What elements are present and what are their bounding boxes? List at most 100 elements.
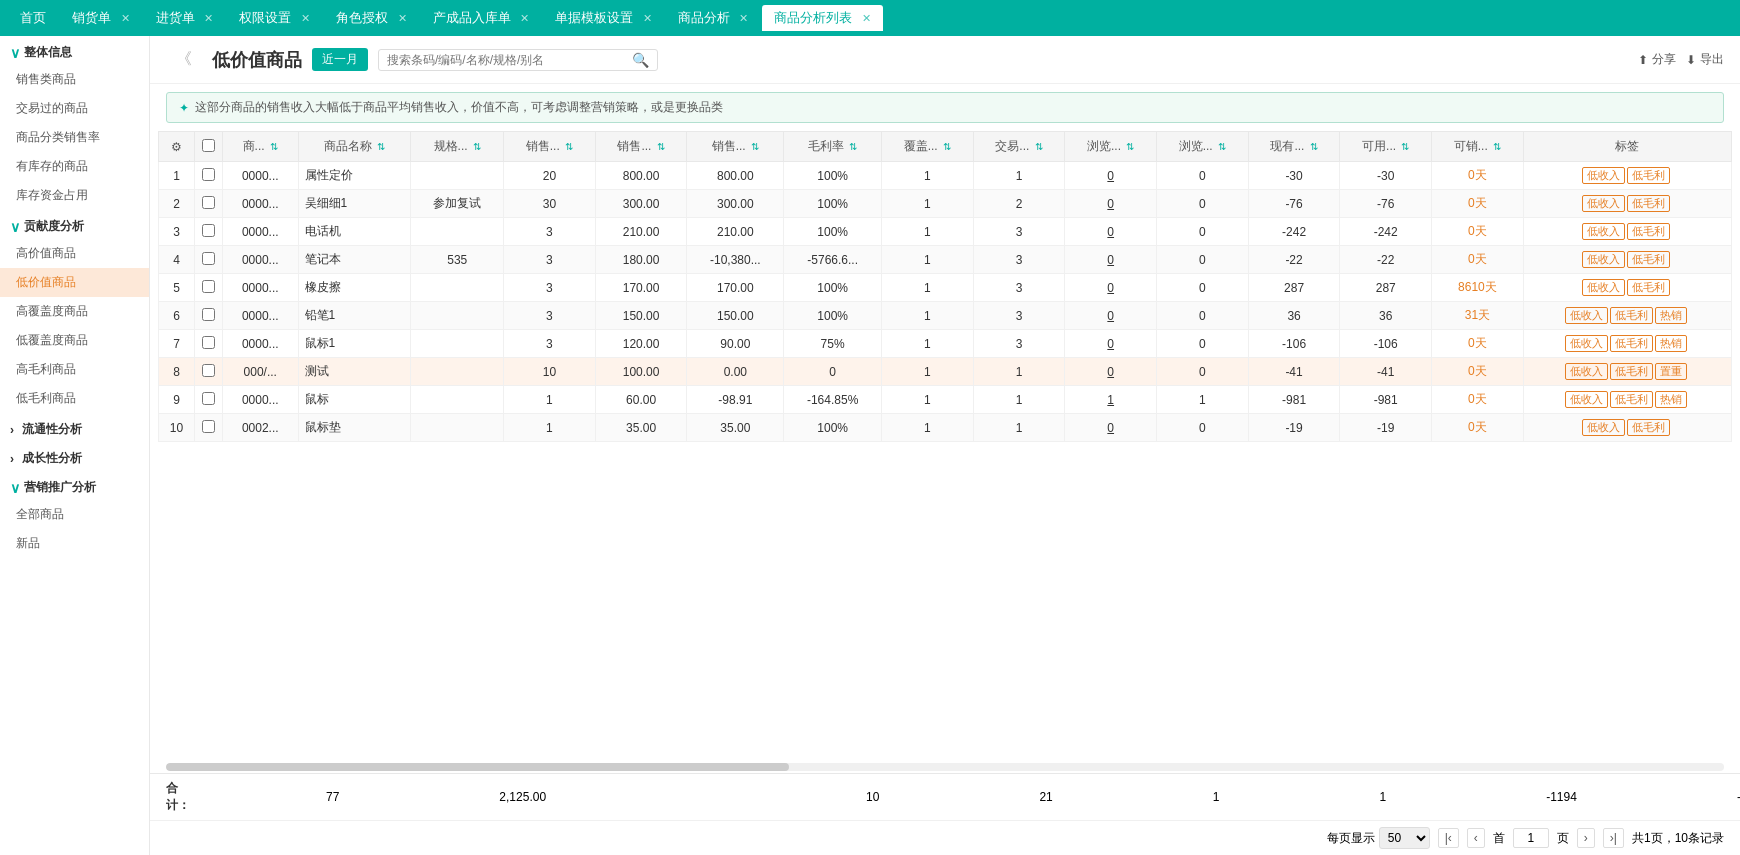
sidebar-item-high-coverage[interactable]: 高覆盖度商品	[0, 297, 149, 326]
sidebar-item-low-coverage[interactable]: 低覆盖度商品	[0, 326, 149, 355]
nav-analysis-list[interactable]: 商品分析列表 ✕	[762, 5, 883, 31]
row-checkbox-cell[interactable]	[195, 414, 223, 442]
browse-link[interactable]: 1	[1107, 393, 1114, 407]
nav-sales-close[interactable]: ✕	[121, 12, 130, 24]
row-browse1[interactable]: 0	[1065, 162, 1157, 190]
row-browse1[interactable]: 1	[1065, 386, 1157, 414]
row-checkbox-cell[interactable]	[195, 302, 223, 330]
nav-home[interactable]: 首页	[8, 5, 58, 31]
browse-link[interactable]: 0	[1107, 421, 1114, 435]
th-qty[interactable]: 销售... ⇅	[504, 132, 596, 162]
sidebar-section-marketing[interactable]: ∨ 营销推广分析	[0, 471, 149, 500]
nav-permissions[interactable]: 权限设置 ✕	[227, 5, 322, 31]
prev-page-btn[interactable]: ‹	[1467, 828, 1485, 848]
browse-link[interactable]: 0	[1107, 365, 1114, 379]
sidebar-item-low-value[interactable]: 低价值商品	[0, 268, 149, 297]
settings-icon[interactable]: ⚙	[171, 140, 182, 154]
sidebar-item-traded-products[interactable]: 交易过的商品	[0, 94, 149, 123]
th-browse1[interactable]: 浏览... ⇅	[1065, 132, 1157, 162]
th-name[interactable]: 商品名称 ⇅	[298, 132, 411, 162]
row-browse1[interactable]: 0	[1065, 330, 1157, 358]
row-checkbox[interactable]	[202, 168, 215, 181]
row-checkbox-cell[interactable]	[195, 190, 223, 218]
th-saleable[interactable]: 可销... ⇅	[1432, 132, 1524, 162]
sidebar-section-liquidity[interactable]: › 流通性分析	[0, 413, 149, 442]
row-checkbox-cell[interactable]	[195, 358, 223, 386]
sidebar-item-low-margin[interactable]: 低毛利商品	[0, 384, 149, 413]
nav-purchase-close[interactable]: ✕	[204, 12, 213, 24]
nav-role-auth[interactable]: 角色授权 ✕	[324, 5, 419, 31]
sidebar-section-growth[interactable]: › 成长性分析	[0, 442, 149, 471]
table-container[interactable]: ⚙ 商... ⇅ 商品名称 ⇅ 规格... ⇅ 销售... ⇅ 销售... ⇅ …	[150, 131, 1740, 761]
browse-link[interactable]: 0	[1107, 225, 1114, 239]
nav-product-analysis[interactable]: 商品分析 ✕	[666, 5, 761, 31]
row-checkbox-cell[interactable]	[195, 218, 223, 246]
search-input[interactable]	[387, 53, 628, 67]
period-button[interactable]: 近一月	[312, 48, 368, 71]
row-checkbox[interactable]	[202, 308, 215, 321]
row-checkbox[interactable]	[202, 420, 215, 433]
nav-role-close[interactable]: ✕	[398, 12, 407, 24]
nav-analysis-close[interactable]: ✕	[739, 12, 748, 24]
row-checkbox[interactable]	[202, 280, 215, 293]
row-checkbox-cell[interactable]	[195, 162, 223, 190]
th-sales2[interactable]: 销售... ⇅	[687, 132, 784, 162]
collapse-sidebar-btn[interactable]: 《	[166, 46, 202, 73]
row-browse1[interactable]: 0	[1065, 218, 1157, 246]
nav-finished-close[interactable]: ✕	[520, 12, 529, 24]
th-spec[interactable]: 规格... ⇅	[411, 132, 504, 162]
th-sales1[interactable]: 销售... ⇅	[595, 132, 687, 162]
nav-finished-goods[interactable]: 产成品入库单 ✕	[421, 5, 542, 31]
row-checkbox[interactable]	[202, 364, 215, 377]
share-button[interactable]: ⬆ 分享	[1638, 51, 1676, 68]
row-browse1[interactable]: 0	[1065, 190, 1157, 218]
horizontal-scrollbar[interactable]	[166, 763, 1724, 771]
th-trade[interactable]: 交易... ⇅	[973, 132, 1065, 162]
row-browse1[interactable]: 0	[1065, 414, 1157, 442]
sidebar-item-inventory-capital[interactable]: 库存资金占用	[0, 181, 149, 210]
row-checkbox-cell[interactable]	[195, 246, 223, 274]
sidebar-item-high-margin[interactable]: 高毛利商品	[0, 355, 149, 384]
browse-link[interactable]: 0	[1107, 197, 1114, 211]
sidebar-item-stocked-products[interactable]: 有库存的商品	[0, 152, 149, 181]
row-browse1[interactable]: 0	[1065, 302, 1157, 330]
sidebar-section-contribution[interactable]: ∨ 贡献度分析	[0, 210, 149, 239]
row-checkbox[interactable]	[202, 252, 215, 265]
browse-link[interactable]: 0	[1107, 169, 1114, 183]
th-profit-rate[interactable]: 毛利率 ⇅	[784, 132, 882, 162]
row-checkbox[interactable]	[202, 336, 215, 349]
row-checkbox[interactable]	[202, 196, 215, 209]
select-all-checkbox[interactable]	[202, 139, 215, 152]
nav-sales[interactable]: 销货单 ✕	[60, 5, 142, 31]
th-coverage[interactable]: 覆盖... ⇅	[882, 132, 974, 162]
browse-link[interactable]: 0	[1107, 253, 1114, 267]
first-page-btn[interactable]: |‹	[1438, 828, 1459, 848]
th-current[interactable]: 现有... ⇅	[1248, 132, 1340, 162]
th-browse2[interactable]: 浏览... ⇅	[1157, 132, 1249, 162]
browse-link[interactable]: 0	[1107, 309, 1114, 323]
sidebar-item-high-value[interactable]: 高价值商品	[0, 239, 149, 268]
nav-template-close[interactable]: ✕	[643, 12, 652, 24]
per-page-select[interactable]: 50 100 200	[1379, 827, 1430, 849]
nav-purchase[interactable]: 进货单 ✕	[144, 5, 226, 31]
row-browse1[interactable]: 0	[1065, 246, 1157, 274]
row-checkbox-cell[interactable]	[195, 386, 223, 414]
nav-template-settings[interactable]: 单据模板设置 ✕	[543, 5, 664, 31]
row-checkbox[interactable]	[202, 224, 215, 237]
page-number-input[interactable]	[1513, 828, 1549, 848]
th-checkbox[interactable]	[195, 132, 223, 162]
row-checkbox[interactable]	[202, 392, 215, 405]
th-code[interactable]: 商... ⇅	[223, 132, 299, 162]
row-checkbox-cell[interactable]	[195, 330, 223, 358]
browse-link[interactable]: 0	[1107, 337, 1114, 351]
browse-link[interactable]: 0	[1107, 281, 1114, 295]
next-page-btn[interactable]: ›	[1577, 828, 1595, 848]
row-browse1[interactable]: 0	[1065, 274, 1157, 302]
last-page-btn[interactable]: ›|	[1603, 828, 1624, 848]
search-icon[interactable]: 🔍	[632, 52, 649, 68]
export-button[interactable]: ⬇ 导出	[1686, 51, 1724, 68]
row-browse1[interactable]: 0	[1065, 358, 1157, 386]
sidebar-section-overall[interactable]: ∨ 整体信息	[0, 36, 149, 65]
sidebar-item-sales-products[interactable]: 销售类商品	[0, 65, 149, 94]
sidebar-item-category-sales-rate[interactable]: 商品分类销售率	[0, 123, 149, 152]
